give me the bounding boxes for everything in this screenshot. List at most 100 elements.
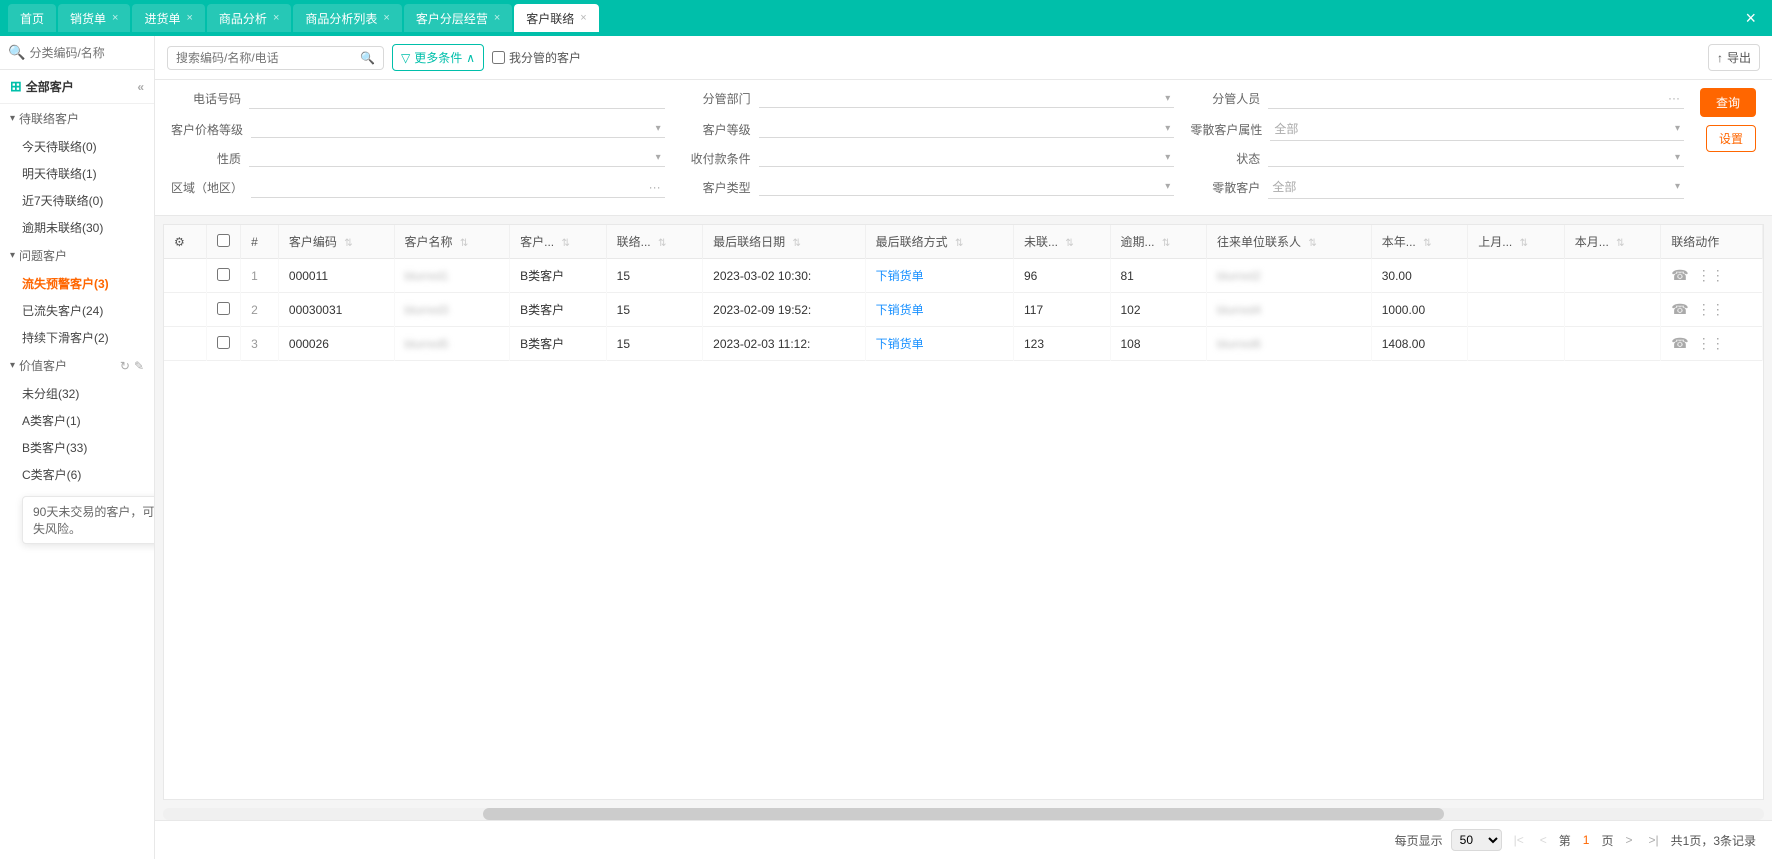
sidebar-item-class-a[interactable]: A类客户(1): [0, 407, 154, 434]
select-all-checkbox[interactable]: [217, 234, 230, 247]
more-icon[interactable]: ⋮⋮: [1697, 335, 1725, 352]
col-last-month[interactable]: 上月... ⇅: [1468, 225, 1565, 259]
row-checkbox[interactable]: [217, 302, 230, 315]
row-last-method[interactable]: 下销货单: [865, 293, 1013, 327]
sidebar-item-churn-warning[interactable]: 流失预警客户(3): [0, 270, 154, 297]
sidebar-search-input[interactable]: [29, 46, 155, 60]
last-method-link[interactable]: 下销货单: [876, 269, 924, 283]
col-code[interactable]: 客户编码 ⇅: [278, 225, 394, 259]
horizontal-scrollbar[interactable]: [163, 808, 1764, 820]
sidebar-item-tomorrow[interactable]: 明天待联络(1): [0, 160, 154, 187]
close-all-tabs[interactable]: ×: [1737, 8, 1764, 29]
chevron-down-zero: ▾: [1675, 123, 1680, 134]
dept-select[interactable]: ▾: [759, 90, 1175, 108]
close-tab-customer-layer[interactable]: ×: [494, 12, 500, 24]
more-icon[interactable]: ⋮⋮: [1697, 267, 1725, 284]
sidebar-group-value[interactable]: ▾ 价值客户 ↻ ✎: [0, 351, 154, 380]
scrollbar-thumb[interactable]: [483, 808, 1444, 820]
contact-icon[interactable]: ☎: [1671, 267, 1688, 284]
row-checkbox-cell[interactable]: [207, 293, 241, 327]
row-checkbox-cell[interactable]: [207, 259, 241, 293]
manager-select[interactable]: ···: [1268, 88, 1684, 109]
query-button[interactable]: 查询: [1700, 88, 1756, 117]
prev-page-btn[interactable]: <: [1536, 831, 1551, 849]
contact-icon[interactable]: ☎: [1671, 301, 1688, 318]
region-select[interactable]: ···: [251, 177, 665, 198]
zero-customer-select[interactable]: 全部 ▾: [1268, 175, 1684, 199]
phone-input[interactable]: [249, 88, 665, 109]
more-conditions-btn[interactable]: ▽ 更多条件 ∧: [392, 44, 484, 71]
next-page-btn[interactable]: >: [1622, 831, 1637, 849]
sidebar-item-class-b[interactable]: B类客户(33): [0, 434, 154, 461]
settings-button[interactable]: 设置: [1706, 125, 1756, 152]
col-this-year[interactable]: 本年... ⇅: [1371, 225, 1468, 259]
sidebar-item-declining[interactable]: 持续下滑客户(2): [0, 324, 154, 351]
collapse-sidebar-btn[interactable]: «: [137, 80, 144, 94]
close-tab-product-analysis[interactable]: ×: [273, 12, 279, 24]
col-not-contact[interactable]: 未联... ⇅: [1013, 225, 1110, 259]
dots-icon-manager[interactable]: ···: [1668, 91, 1680, 105]
contact-icon[interactable]: ☎: [1671, 335, 1688, 352]
nature-select[interactable]: ▾: [249, 149, 665, 167]
customer-level-select[interactable]: ▾: [759, 120, 1175, 138]
sidebar-item-churned[interactable]: 已流失客户(24): [0, 297, 154, 324]
col-type[interactable]: 客户... ⇅: [510, 225, 607, 259]
customer-type-select[interactable]: ▾: [759, 178, 1175, 196]
refresh-icon[interactable]: ↻: [120, 359, 130, 373]
row-last-method[interactable]: 下销货单: [865, 259, 1013, 293]
tab-customer-contact[interactable]: 客户联络 ×: [514, 4, 598, 32]
close-tab-purchase[interactable]: ×: [186, 12, 192, 24]
page-size-select[interactable]: 50 100 200: [1451, 829, 1502, 851]
zero-attr-select[interactable]: 全部 ▾: [1270, 117, 1684, 141]
tab-purchase[interactable]: 进货单 ×: [132, 4, 204, 32]
sidebar-item-ungrouped[interactable]: 未分组(32): [0, 380, 154, 407]
tab-sales[interactable]: 销货单 ×: [58, 4, 130, 32]
close-tab-sales[interactable]: ×: [112, 12, 118, 24]
col-last-date[interactable]: 最后联络日期 ⇅: [703, 225, 865, 259]
last-method-link[interactable]: 下销货单: [876, 303, 924, 317]
sidebar-header: ⊞ 全部客户 «: [0, 70, 154, 104]
status-select[interactable]: ▾: [1268, 149, 1684, 167]
sidebar-item-today[interactable]: 今天待联络(0): [0, 133, 154, 160]
col-name[interactable]: 客户名称 ⇅: [394, 225, 510, 259]
my-customers-checkbox[interactable]: [492, 51, 505, 64]
close-tab-product-list[interactable]: ×: [383, 12, 389, 24]
price-level-select[interactable]: ▾: [251, 120, 665, 138]
row-last-method[interactable]: 下销货单: [865, 327, 1013, 361]
export-btn[interactable]: ↑ 导出: [1708, 44, 1760, 71]
sidebar-item-overdue[interactable]: 逾期未联络(30): [0, 214, 154, 241]
payment-select[interactable]: ▾: [759, 149, 1175, 167]
col-last-method[interactable]: 最后联络方式 ⇅: [865, 225, 1013, 259]
dots-icon-region[interactable]: ···: [649, 180, 661, 194]
table-row: 1 000011 blurred1 B类客户 15 2023-03-02 10:…: [164, 259, 1763, 293]
sidebar-group-problem[interactable]: ▾ 问题客户: [0, 241, 154, 270]
last-page-btn[interactable]: >|: [1645, 831, 1663, 849]
row-checkbox-cell[interactable]: [207, 327, 241, 361]
page-size-label: 每页显示: [1395, 832, 1443, 849]
col-contact[interactable]: 联络... ⇅: [606, 225, 703, 259]
row-checkbox[interactable]: [217, 268, 230, 281]
search-icon[interactable]: 🔍: [360, 51, 375, 65]
my-customers-filter[interactable]: 我分管的客户: [492, 49, 581, 66]
row-this-year: 30.00: [1371, 259, 1468, 293]
col-checkbox[interactable]: [207, 225, 241, 259]
col-unit-contact[interactable]: 往来单位联系人 ⇅: [1207, 225, 1372, 259]
close-tab-customer-contact[interactable]: ×: [580, 12, 586, 24]
tab-product-list[interactable]: 商品分析列表 ×: [293, 4, 401, 32]
first-page-btn[interactable]: |<: [1510, 831, 1528, 849]
settings-icon[interactable]: ⚙: [174, 235, 185, 249]
last-method-link[interactable]: 下销货单: [876, 337, 924, 351]
col-settings[interactable]: ⚙: [164, 225, 207, 259]
sidebar-item-class-c[interactable]: C类客户(6): [0, 461, 154, 488]
tab-customer-layer[interactable]: 客户分层经营 ×: [404, 4, 512, 32]
col-overdue[interactable]: 逾期... ⇅: [1110, 225, 1207, 259]
tab-product-analysis[interactable]: 商品分析 ×: [207, 4, 291, 32]
tab-homepage[interactable]: 首页: [8, 4, 56, 32]
col-this-month[interactable]: 本月... ⇅: [1564, 225, 1661, 259]
sidebar-group-pending[interactable]: ▾ 待联络客户: [0, 104, 154, 133]
edit-icon[interactable]: ✎: [134, 359, 144, 373]
search-input[interactable]: [176, 51, 356, 65]
more-icon[interactable]: ⋮⋮: [1697, 301, 1725, 318]
sidebar-item-7days[interactable]: 近7天待联络(0): [0, 187, 154, 214]
row-checkbox[interactable]: [217, 336, 230, 349]
